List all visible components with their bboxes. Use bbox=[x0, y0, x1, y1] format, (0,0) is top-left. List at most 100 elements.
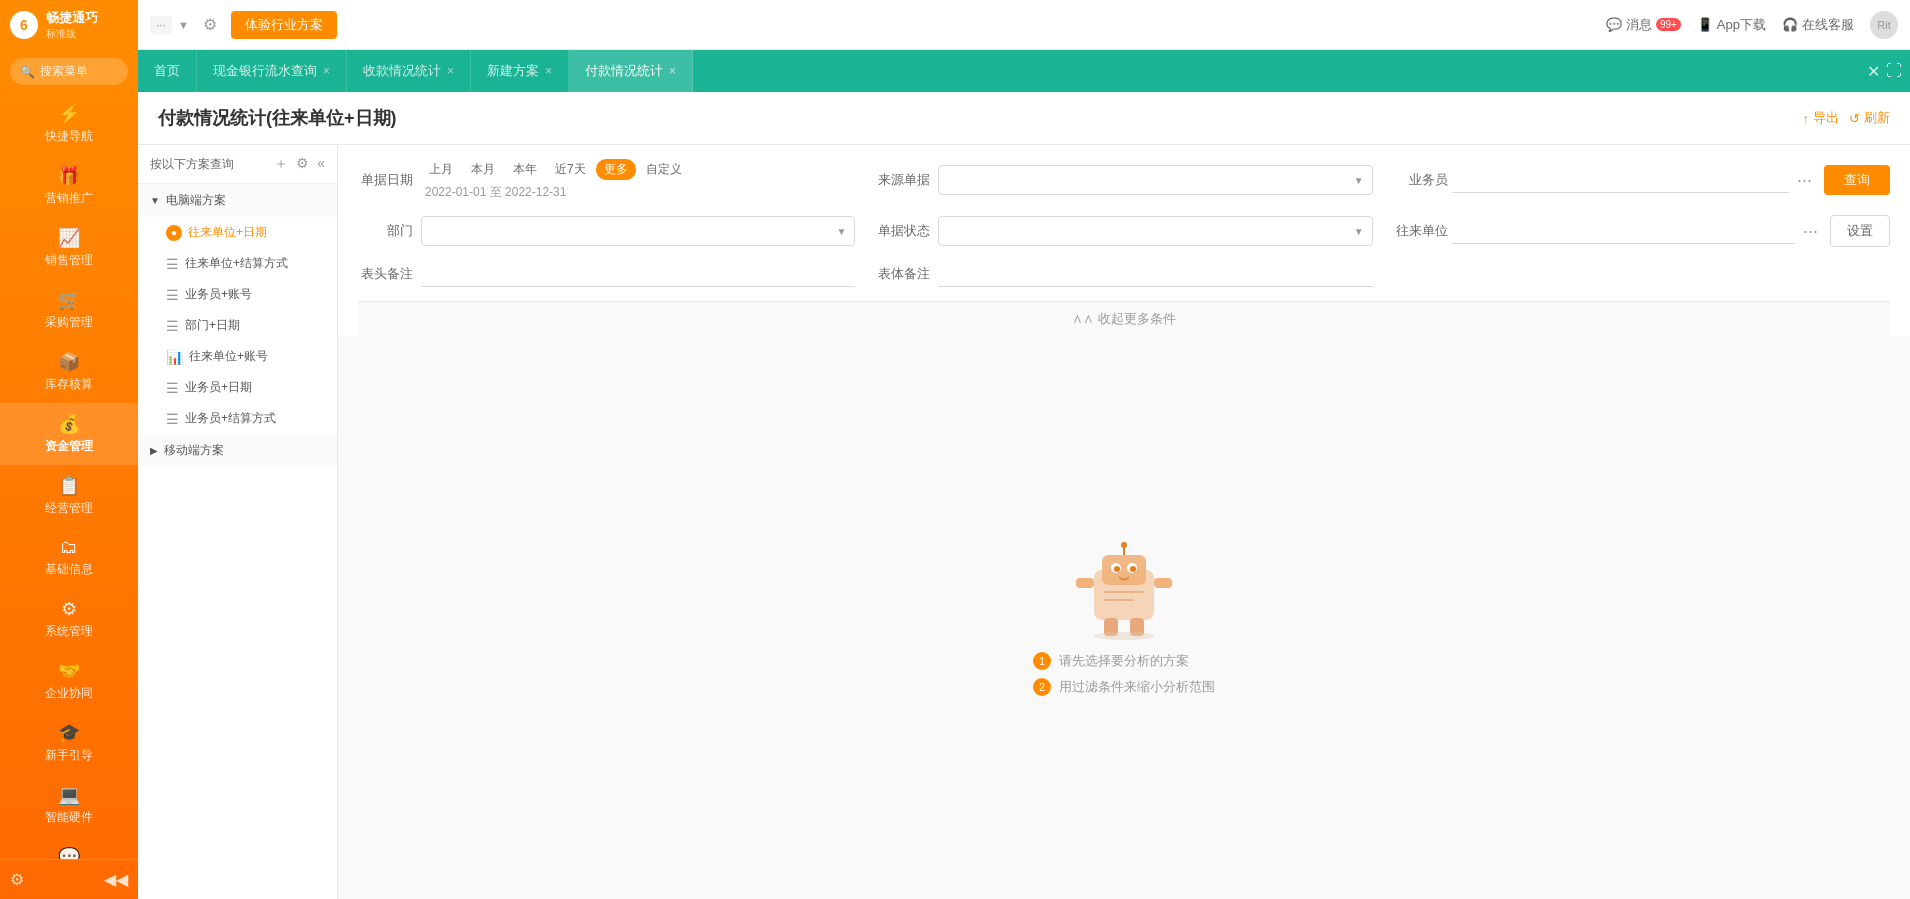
tip-num-2: 2 bbox=[1033, 678, 1051, 696]
note-body-label: 表体备注 bbox=[875, 265, 930, 283]
collapse-panel-btn[interactable]: « bbox=[317, 155, 325, 173]
tip-text-1: 请先选择要分析的方案 bbox=[1059, 652, 1189, 670]
operations-icon: 📋 bbox=[58, 475, 80, 497]
date-btn-this-year[interactable]: 本年 bbox=[505, 159, 545, 180]
date-range-text: 2022-01-01 至 2022-12-31 bbox=[425, 184, 690, 201]
partner-input[interactable] bbox=[1452, 218, 1795, 244]
tab-home[interactable]: 首页 bbox=[138, 50, 197, 92]
sidebar-item-operations[interactable]: 📋 经营管理 bbox=[0, 465, 138, 527]
sidebar-item-weixin[interactable]: 💬 企业微信 bbox=[0, 836, 138, 859]
expand-icon: ▼ bbox=[150, 195, 160, 206]
user-avatar[interactable]: Rit bbox=[1870, 11, 1898, 39]
scheme-item-salesperson-settle[interactable]: ☰ 业务员+结算方式 bbox=[138, 403, 337, 434]
company-selector[interactable]: ··· ▼ bbox=[150, 16, 189, 34]
collapse-more-btn[interactable]: ∧∧ 收起更多条件 bbox=[358, 301, 1890, 336]
scheme-icon: ☰ bbox=[166, 380, 179, 396]
sidebar-item-quick-nav[interactable]: ⚡ 快捷导航 bbox=[0, 93, 138, 155]
salesperson-label: 业务员 bbox=[1393, 171, 1448, 189]
tab-home-label: 首页 bbox=[154, 62, 180, 80]
source-control[interactable]: ▼ bbox=[938, 165, 1372, 195]
settings-bottom-icon[interactable]: ⚙ bbox=[10, 870, 24, 889]
download-icon: 📱 bbox=[1697, 17, 1713, 32]
export-btn[interactable]: ↑ 导出 bbox=[1803, 109, 1840, 127]
sidebar-item-basic[interactable]: 🗂 基础信息 bbox=[0, 527, 138, 588]
logo-text-group: 畅捷通巧 标准版 bbox=[46, 9, 98, 41]
partner-dots[interactable]: ··· bbox=[1803, 221, 1818, 242]
sidebar-item-guide[interactable]: 🎓 新手引导 bbox=[0, 712, 138, 774]
date-label: 单据日期 bbox=[358, 171, 413, 189]
sidebar-item-system[interactable]: ⚙ 系统管理 bbox=[0, 588, 138, 650]
messages-btn[interactable]: 💬 消息 99+ bbox=[1606, 16, 1681, 34]
date-btn-custom[interactable]: 自定义 bbox=[638, 159, 690, 180]
filter-doc-status: 单据状态 ▼ bbox=[875, 215, 1372, 247]
date-btn-more[interactable]: 更多 bbox=[596, 159, 636, 180]
tab-new-scheme[interactable]: 新建方案 × bbox=[471, 50, 569, 92]
settings-button[interactable]: 设置 bbox=[1830, 215, 1890, 247]
sidebar: 6 畅捷通巧 标准版 🔍 搜索菜单 ⚡ 快捷导航 🎁 营销推广 📈 销售管理 🛒… bbox=[0, 0, 138, 899]
close-all-tabs-btn[interactable]: ✕ bbox=[1867, 62, 1880, 81]
salesperson-input[interactable] bbox=[1452, 167, 1789, 193]
date-btn-last-month[interactable]: 上月 bbox=[421, 159, 461, 180]
messages-label: 消息 bbox=[1626, 16, 1652, 34]
query-button[interactable]: 查询 bbox=[1824, 165, 1890, 195]
sidebar-logo: 6 畅捷通巧 标准版 bbox=[0, 0, 138, 50]
scheme-group-mobile-header[interactable]: ▶ 移动端方案 bbox=[138, 434, 337, 467]
scheme-item-salesperson-account[interactable]: ☰ 业务员+账号 bbox=[138, 279, 337, 310]
group-label: 移动端方案 bbox=[164, 442, 224, 459]
trial-button[interactable]: 体验行业方案 bbox=[231, 11, 337, 39]
tab-receipts[interactable]: 收款情况统计 × bbox=[347, 50, 471, 92]
tab-cash-flow[interactable]: 现金银行流水查询 × bbox=[197, 50, 347, 92]
tab-cash-flow-close[interactable]: × bbox=[323, 64, 330, 78]
refresh-btn[interactable]: ↺ 刷新 bbox=[1849, 109, 1890, 127]
tab-receipts-close[interactable]: × bbox=[447, 64, 454, 78]
svg-rect-7 bbox=[1154, 578, 1172, 588]
scheme-item-partner-settle[interactable]: ☰ 往来单位+结算方式 bbox=[138, 248, 337, 279]
scheme-item-partner-account[interactable]: 📊 往来单位+账号 bbox=[138, 341, 337, 372]
sidebar-item-hardware[interactable]: 💻 智能硬件 bbox=[0, 774, 138, 836]
scheme-item-label: 部门+日期 bbox=[185, 317, 240, 334]
sidebar-item-inventory[interactable]: 📦 库存核算 bbox=[0, 341, 138, 403]
salesperson-control bbox=[1452, 167, 1789, 193]
salesperson-dots[interactable]: ··· bbox=[1797, 170, 1812, 191]
scheme-item-dept-date[interactable]: ☰ 部门+日期 bbox=[138, 310, 337, 341]
tab-new-scheme-close[interactable]: × bbox=[545, 64, 552, 78]
empty-tip-2: 2 用过滤条件来缩小分析范围 bbox=[1033, 678, 1215, 696]
sidebar-item-label: 智能硬件 bbox=[45, 809, 93, 826]
topbar: ··· ▼ ⚙ 体验行业方案 💬 消息 99+ 📱 App下载 🎧 在线客服 R… bbox=[138, 0, 1910, 50]
scheme-settings-btn[interactable]: ⚙ bbox=[296, 155, 309, 173]
maximize-btn[interactable]: ⛶ bbox=[1886, 62, 1902, 80]
empty-state-area: 1 请先选择要分析的方案 2 用过滤条件来缩小分析范围 bbox=[338, 336, 1910, 899]
search-menu-item[interactable]: 🔍 搜索菜单 bbox=[10, 58, 128, 85]
app-download-btn[interactable]: 📱 App下载 bbox=[1697, 16, 1766, 34]
scheme-item-partner-date[interactable]: ● 往来单位+日期 bbox=[138, 217, 337, 248]
filter-note-body: 表体备注 bbox=[875, 261, 1372, 287]
tip-text-2: 用过滤条件来缩小分析范围 bbox=[1059, 678, 1215, 696]
sidebar-item-purchase[interactable]: 🛒 采购管理 bbox=[0, 279, 138, 341]
online-service-label: 在线客服 bbox=[1802, 16, 1854, 34]
add-scheme-btn[interactable]: ＋ bbox=[274, 155, 288, 173]
partner-control bbox=[1452, 218, 1795, 244]
tab-payments-close[interactable]: × bbox=[669, 64, 676, 78]
source-select[interactable]: ▼ bbox=[938, 165, 1372, 195]
scheme-group-mobile: ▶ 移动端方案 bbox=[138, 434, 337, 467]
sidebar-item-marketing[interactable]: 🎁 营销推广 bbox=[0, 155, 138, 217]
date-btn-7days[interactable]: 近7天 bbox=[547, 159, 594, 180]
tab-payments[interactable]: 付款情况统计 × bbox=[569, 50, 693, 92]
collapse-sidebar-btn[interactable]: ◀◀ bbox=[104, 870, 128, 889]
sidebar-item-sales[interactable]: 📈 销售管理 bbox=[0, 217, 138, 279]
date-btn-this-month[interactable]: 本月 bbox=[463, 159, 503, 180]
note-header-input[interactable] bbox=[421, 261, 855, 287]
doc-status-control[interactable]: ▼ bbox=[938, 216, 1372, 246]
dept-control[interactable]: ▼ bbox=[421, 216, 855, 246]
dept-select[interactable]: ▼ bbox=[421, 216, 855, 246]
scheme-item-salesperson-date[interactable]: ☰ 业务员+日期 bbox=[138, 372, 337, 403]
note-body-input[interactable] bbox=[938, 261, 1372, 287]
tab-new-scheme-label: 新建方案 bbox=[487, 62, 539, 80]
sidebar-item-cooperation[interactable]: 🤝 企业协同 bbox=[0, 650, 138, 712]
topbar-settings-icon[interactable]: ⚙ bbox=[203, 15, 217, 34]
doc-status-select[interactable]: ▼ bbox=[938, 216, 1372, 246]
online-service-btn[interactable]: 🎧 在线客服 bbox=[1782, 16, 1854, 34]
sidebar-item-capital[interactable]: 💰 资金管理 bbox=[0, 403, 138, 465]
logo-icon: 6 bbox=[10, 11, 38, 39]
scheme-group-desktop-header[interactable]: ▼ 电脑端方案 bbox=[138, 184, 337, 217]
